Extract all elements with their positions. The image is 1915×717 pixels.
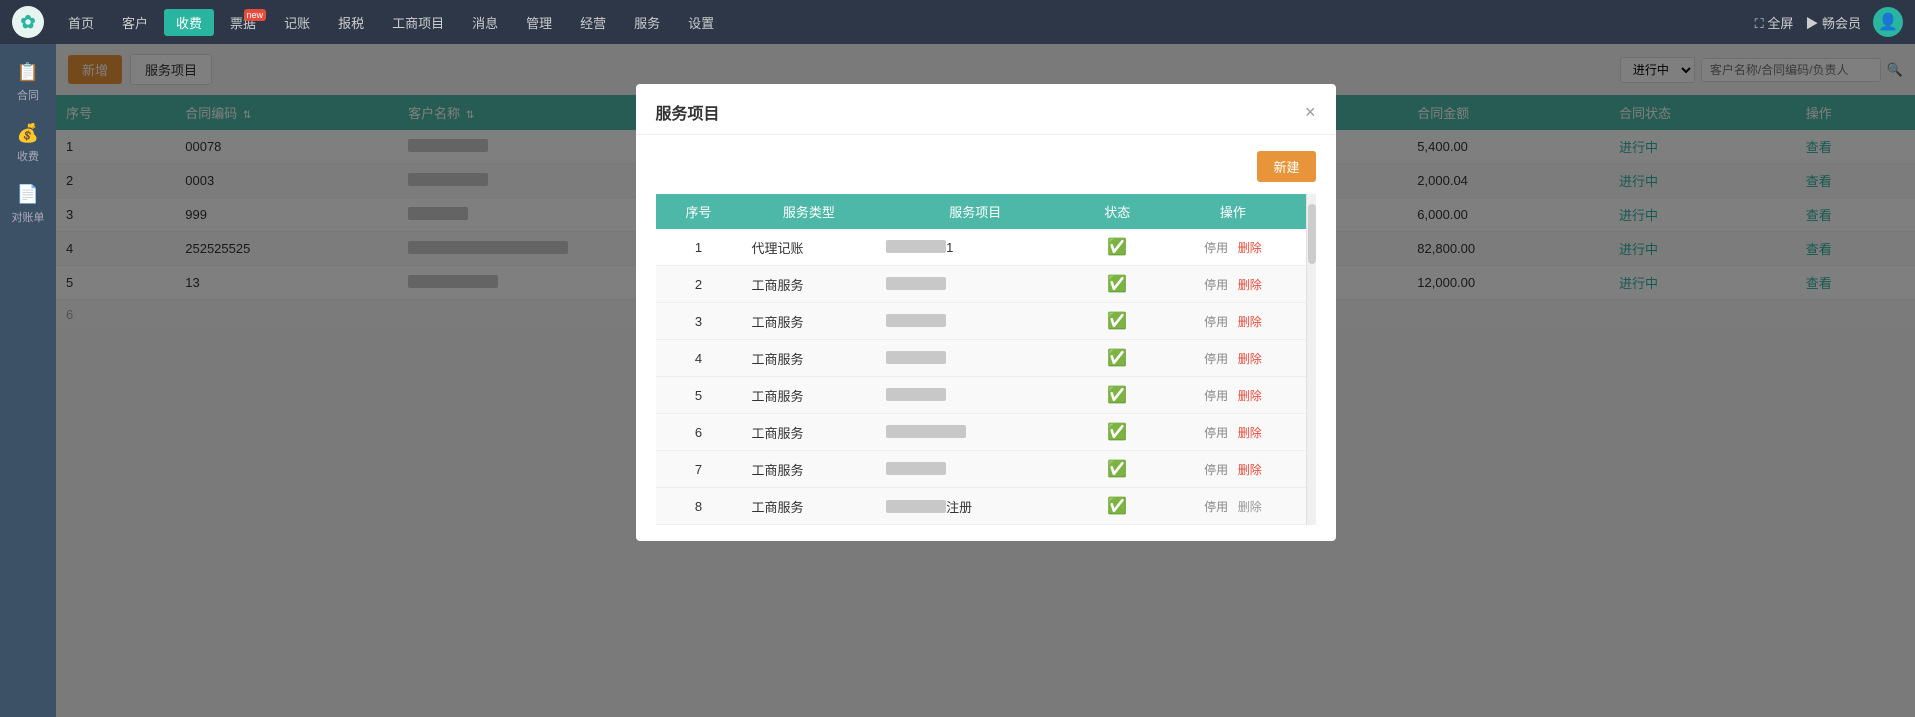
delete-button[interactable]: 删除 <box>1238 278 1262 292</box>
modal-col-item: 服务项目 <box>876 194 1074 229</box>
nav-bookkeeping[interactable]: 记账 <box>272 9 322 36</box>
modal-close-button[interactable]: × <box>1305 102 1316 123</box>
delete-button[interactable]: 删除 <box>1238 389 1262 403</box>
modal-new-button[interactable]: 新建 <box>1257 151 1315 182</box>
sidebar-item-statement[interactable]: 📄 对账单 <box>0 176 56 233</box>
fee-icon: 💰 <box>17 123 39 144</box>
modal-table-row: 2 工商服务 ✅ 停用 删除 <box>656 266 1306 303</box>
sidebar-label-contract: 合同 <box>17 87 39 103</box>
delete-button[interactable]: 删除 <box>1238 463 1262 477</box>
modal-header: 服务项目 × <box>636 84 1336 135</box>
stop-button[interactable]: 停用 <box>1204 426 1228 440</box>
main-content: 新增 服务项目 进行中 全部 已结束 🔍 序号 合同编码 <box>56 44 1915 717</box>
modal-cell-status: ✅ <box>1074 229 1160 266</box>
top-nav-right: ⛶ 全屏 ▶ 畅会员 👤 <box>1755 7 1903 37</box>
service-items-modal: 服务项目 × 新建 序号 服务类型 服务项目 <box>636 84 1336 541</box>
modal-overlay: 服务项目 × 新建 序号 服务类型 服务项目 <box>56 44 1915 717</box>
member-icon[interactable]: ▶ 畅会员 <box>1805 13 1861 32</box>
delete-button[interactable]: 删除 <box>1238 315 1262 329</box>
nav-operation[interactable]: 经营 <box>568 9 618 36</box>
fullscreen-icon[interactable]: ⛶ 全屏 <box>1755 13 1794 32</box>
sidebar: 📋 合同 💰 收费 📄 对账单 <box>0 44 56 717</box>
modal-col-type: 服务类型 <box>742 194 877 229</box>
modal-table: 序号 服务类型 服务项目 状态 操作 1 代理记账 <box>656 194 1306 525</box>
modal-cell-action: 停用 删除 <box>1160 229 1305 266</box>
top-navigation: ✿ 首页 客户 收费 票据 new 记账 报税 工商项目 消息 管理 经营 服务… <box>0 0 1915 44</box>
new-badge: new <box>244 9 267 22</box>
nav-service[interactable]: 服务 <box>622 9 672 36</box>
modal-table-row: 4 工商服务 ✅ 停用 删除 <box>656 340 1306 377</box>
nav-manage[interactable]: 管理 <box>514 9 564 36</box>
delete-button[interactable]: 删除 <box>1238 500 1262 514</box>
modal-title: 服务项目 <box>656 100 720 124</box>
modal-table-row: 3 工商服务 ✅ 停用 删除 <box>656 303 1306 340</box>
nav-message[interactable]: 消息 <box>460 9 510 36</box>
stop-button[interactable]: 停用 <box>1204 278 1228 292</box>
sidebar-label-statement: 对账单 <box>12 209 45 225</box>
scrollbar[interactable] <box>1306 194 1316 525</box>
stop-button[interactable]: 停用 <box>1204 500 1228 514</box>
modal-col-action: 操作 <box>1160 194 1305 229</box>
modal-col-seq: 序号 <box>656 194 742 229</box>
nav-settings[interactable]: 设置 <box>676 9 726 36</box>
modal-table-row: 5 工商服务 ✅ 停用 删除 <box>656 377 1306 414</box>
delete-button[interactable]: 删除 <box>1238 426 1262 440</box>
nav-tax[interactable]: 报税 <box>326 9 376 36</box>
modal-cell-seq: 1 <box>656 229 742 266</box>
modal-table-row: 6 工商服务 ✅ 停用 删除 <box>656 414 1306 451</box>
delete-button[interactable]: 删除 <box>1238 241 1262 255</box>
nav-business[interactable]: 工商项目 <box>380 9 456 36</box>
nav-client[interactable]: 客户 <box>110 9 160 36</box>
main-layout: 📋 合同 💰 收费 📄 对账单 新增 服务项目 进行中 全部 已结束 <box>0 44 1915 717</box>
stop-button[interactable]: 停用 <box>1204 463 1228 477</box>
modal-cell-item: 1 <box>876 229 1074 266</box>
modal-toolbar: 新建 <box>656 151 1316 182</box>
sidebar-item-fee[interactable]: 💰 收费 <box>0 115 56 172</box>
stop-button[interactable]: 停用 <box>1204 241 1228 255</box>
nav-home[interactable]: 首页 <box>56 9 106 36</box>
modal-col-status: 状态 <box>1074 194 1160 229</box>
modal-body: 新建 序号 服务类型 服务项目 状态 操作 <box>636 135 1336 541</box>
sidebar-label-fee: 收费 <box>17 148 39 164</box>
modal-table-row: 8 工商服务 注册 ✅ 停用 删除 <box>656 488 1306 525</box>
sidebar-item-contract[interactable]: 📋 合同 <box>0 54 56 111</box>
modal-table-row: 7 工商服务 ✅ 停用 删除 <box>656 451 1306 488</box>
contract-icon: 📋 <box>17 62 39 83</box>
stop-button[interactable]: 停用 <box>1204 389 1228 403</box>
stop-button[interactable]: 停用 <box>1204 315 1228 329</box>
statement-icon: 📄 <box>17 184 39 205</box>
delete-button[interactable]: 删除 <box>1238 352 1262 366</box>
nav-fee[interactable]: 收费 <box>164 9 214 36</box>
modal-table-row: 1 代理记账 1 ✅ 停用 删除 <box>656 229 1306 266</box>
modal-cell-type: 代理记账 <box>742 229 877 266</box>
stop-button[interactable]: 停用 <box>1204 352 1228 366</box>
nav-invoice[interactable]: 票据 new <box>218 9 268 36</box>
avatar[interactable]: 👤 <box>1873 7 1903 37</box>
app-logo: ✿ <box>12 6 44 38</box>
